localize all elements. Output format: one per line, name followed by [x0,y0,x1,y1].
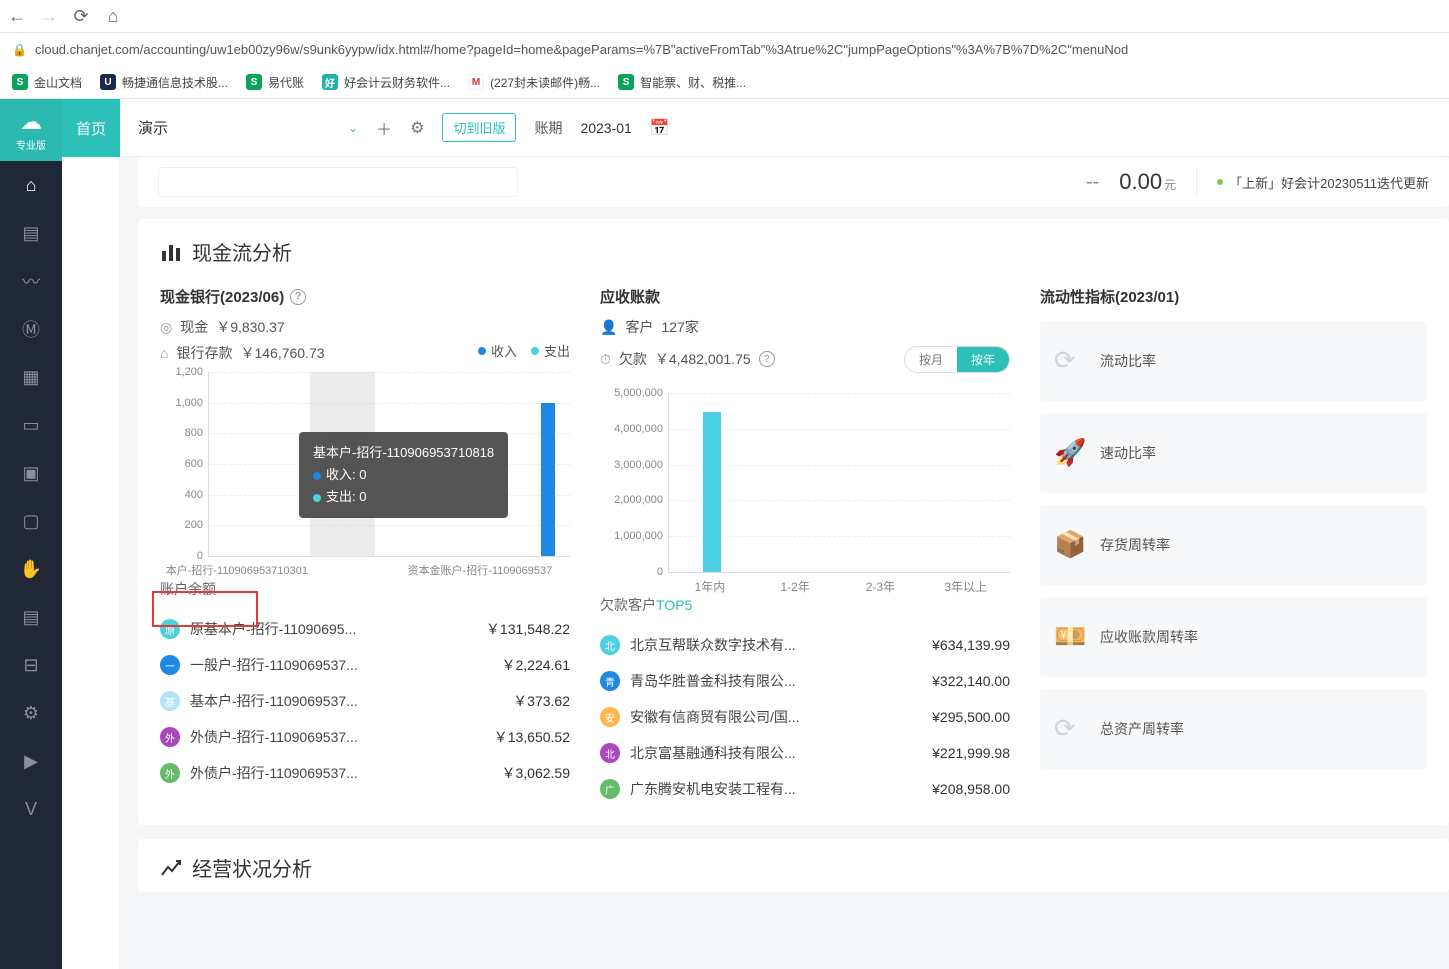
rail-inbox-icon[interactable]: ⊟ [0,641,62,689]
rail-image-icon[interactable]: ▢ [0,497,62,545]
top5-row[interactable]: 北北京互帮联众数字技术有...¥634,139.99 [600,627,1010,663]
account-row[interactable]: 原原基本户-招行-11090695...￥131,548.22 [160,611,570,647]
account-row[interactable]: 外外债户-招行-1109069537...￥3,062.59 [160,755,570,791]
reload-icon[interactable]: ⟳ [72,7,90,25]
browser-nav: ← → ⟳ ⌂ [0,0,1449,33]
bookmark-item[interactable]: S智能票、财、税推... [618,74,746,91]
receivable-chart[interactable]: 5,000,000 4,000,000 3,000,000 2,000,000 … [668,393,1010,573]
org-name: 演示 [138,117,168,138]
top5-title: 欠款客户TOP5 [600,595,1010,615]
app-logo[interactable]: ☁ 专业版 [0,99,62,161]
section-title: 应收账款 [600,286,660,307]
accounts-title: 账户余额 [160,579,570,599]
clock-icon: ⏱ [600,351,611,368]
org-select[interactable]: 演示 ⌄ [138,117,358,138]
coin-icon: ◎ [160,319,172,336]
cloud-icon: ☁ [20,109,42,135]
rail-note-icon[interactable]: ▤ [0,593,62,641]
bookmark-item[interactable]: S易代账 [246,74,304,91]
lock-icon: 🔒 [12,43,27,57]
bar-chart-icon [160,241,182,263]
metric-card[interactable]: 🚀速动比率 [1040,413,1427,493]
chevron-down-icon: ⌄ [348,121,358,135]
liquidity-section: 流动性指标(2023/01) ⟳流动比率 🚀速动比率 📦存货周转率 💴应收账款周转率 ⟳… [1040,286,1427,807]
metric-icon: 📦 [1054,529,1086,561]
left-rail: ☁ 专业版 ⌂ ▤ 〰 Ⓜ ▦ ▭ ▣ ▢ ✋ ▤ ⊟ ⚙ ▶ V [0,99,62,969]
gear-icon[interactable]: ⚙ [410,118,424,138]
toggle-year[interactable]: 按年 [957,347,1009,372]
metric-icon: 🚀 [1054,437,1086,469]
chart-tooltip: 基本户-招行-110906953710818 收入: 0 支出: 0 [299,432,508,518]
receivable-section: 应收账款 👤 客户 127家 ⏱ 欠款 ￥4,482,001.75 ? [600,286,1010,807]
cash-bank-section: 现金银行(2023/06) ? ◎ 现金 ￥9,830.37 ⌂ 银行存款 ￥1… [160,286,570,807]
metric-icon: ⟳ [1054,713,1086,745]
top5-row[interactable]: 北北京富基融通科技有限公...¥221,999.98 [600,735,1010,771]
rail-card-icon[interactable]: ▭ [0,401,62,449]
metric-card[interactable]: 📦存货周转率 [1040,505,1427,585]
rail-gear-icon[interactable]: ⚙ [0,689,62,737]
top5-row[interactable]: 广广东腾安机电安装工程有...¥208,958.00 [600,771,1010,807]
rail-home-icon[interactable]: ⌂ [0,161,62,209]
period-label: 账期 [534,118,562,138]
rail-doc-icon[interactable]: ▤ [0,209,62,257]
bookmark-item[interactable]: 好好会计云财务软件... [322,74,450,91]
header-bar: 演示 ⌄ ＋ ⚙ 切到旧版 账期 2023-01 📅 [120,99,1449,157]
dash-value: -- [1086,171,1099,194]
bank-chart[interactable]: 1,200 1,000 800 600 400 200 0 本户-招行-1109… [208,372,570,557]
metric-icon: 💴 [1054,621,1086,653]
forward-icon[interactable]: → [40,7,58,25]
rail-hand-icon[interactable]: ✋ [0,545,62,593]
rail-money-icon[interactable]: Ⓜ [0,305,62,353]
section-title: 流动性指标(2023/01) [1040,286,1179,307]
trend-icon [160,857,182,879]
bookmark-item[interactable]: S金山文档 [12,74,82,91]
logo-text: 专业版 [16,137,46,152]
tab-home[interactable]: 首页 [62,99,120,157]
content-area: -- 0.00元 「上新」好会计20230511迭代更新 现金流分析 [120,157,1449,969]
rail-video-icon[interactable]: ▶ [0,737,62,785]
metric-card[interactable]: 💴应收账款周转率 [1040,597,1427,677]
account-row[interactable]: 一一般户-招行-1109069537...￥2,224.61 [160,647,570,683]
plus-icon[interactable]: ＋ [376,116,392,140]
help-icon[interactable]: ? [759,351,775,367]
bank-icon: ⌂ [160,345,168,361]
rail-calc-icon[interactable]: ▣ [0,449,62,497]
calendar-icon[interactable]: 📅 [650,118,670,138]
sub-rail: 首页 [62,99,120,969]
switch-old-button[interactable]: 切到旧版 [442,113,516,142]
back-icon[interactable]: ← [8,7,26,25]
rail-v-icon[interactable]: V [0,785,62,833]
user-icon: 👤 [600,319,617,336]
top5-row[interactable]: 青青岛华胜普金科技有限公...¥322,140.00 [600,663,1010,699]
summary-strip: -- 0.00元 「上新」好会计20230511迭代更新 [138,157,1449,207]
bookmark-item[interactable]: M(227封未读邮件)畅... [468,74,600,91]
account-row[interactable]: 外外债户-招行-1109069537...￥13,650.52 [160,719,570,755]
account-row[interactable]: 基基本户-招行-1109069537...￥373.62 [160,683,570,719]
news-dot-icon [1217,179,1223,185]
toggle-month[interactable]: 按月 [905,347,957,372]
metric-card[interactable]: ⟳总资产周转率 [1040,689,1427,769]
section-title: 现金银行(2023/06) [160,286,284,307]
rail-chart-icon[interactable]: 〰 [0,257,62,305]
cashflow-panel: 现金流分析 现金银行(2023/06) ? ◎ 现金 ￥9,830.37 [138,219,1449,825]
operations-panel: 经营状况分析 [138,839,1449,892]
url-bar[interactable]: 🔒 cloud.chanjet.com/accounting/uw1eb00zy… [0,33,1449,66]
url-text: cloud.chanjet.com/accounting/uw1eb00zy96… [35,42,1128,57]
metric-icon: ⟳ [1054,345,1086,377]
zero-amount: 0.00 [1119,169,1162,194]
rail-building-icon[interactable]: ▦ [0,353,62,401]
period-toggle[interactable]: 按月 按年 [904,346,1010,373]
top5-row[interactable]: 安安徽有信商贸有限公司/国...¥295,500.00 [600,699,1010,735]
metric-card[interactable]: ⟳流动比率 [1040,321,1427,401]
help-icon[interactable]: ? [290,289,306,305]
panel-title: 现金流分析 [160,237,1427,266]
news-item[interactable]: 「上新」好会计20230511迭代更新 [1217,173,1429,192]
bookmarks-bar: S金山文档 U畅捷通信息技术股... S易代账 好好会计云财务软件... M(2… [0,66,1449,99]
home-icon[interactable]: ⌂ [104,7,122,25]
period-value[interactable]: 2023-01 [580,120,631,136]
bookmark-item[interactable]: U畅捷通信息技术股... [100,74,228,91]
